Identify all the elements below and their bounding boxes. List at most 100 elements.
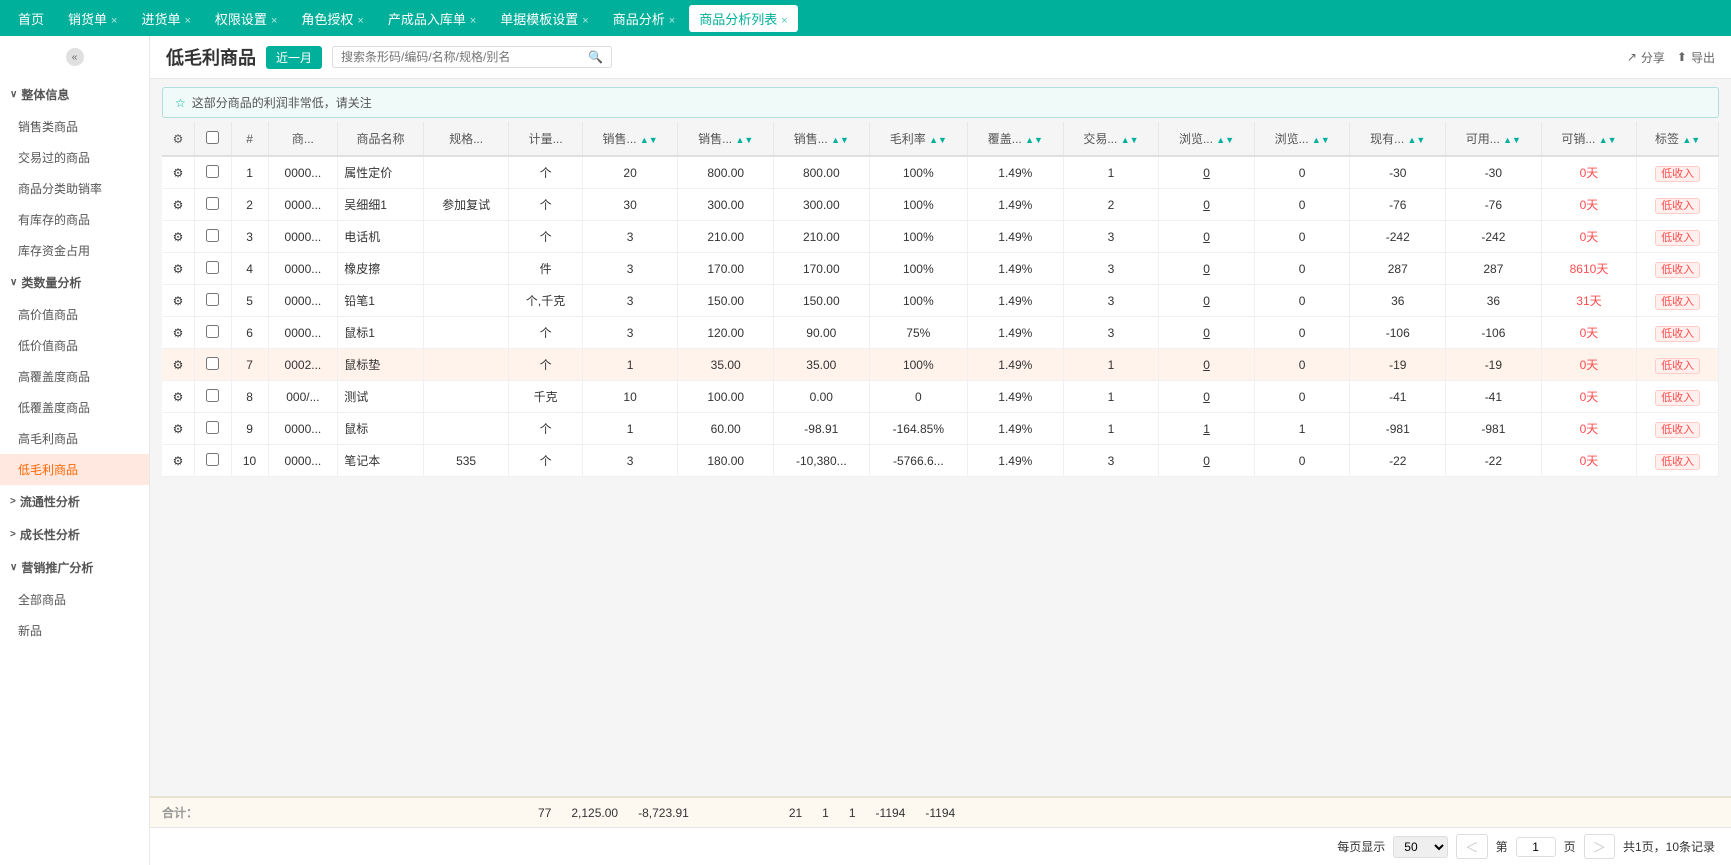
close-icon[interactable]: × [582, 15, 588, 27]
row-checkbox[interactable] [206, 197, 219, 210]
sidebar-item-高毛利商品[interactable]: 高毛利商品 [0, 423, 149, 454]
nav-item-进货单[interactable]: 进货单× [131, 5, 200, 32]
row-browse1[interactable]: 0 [1159, 317, 1255, 349]
row-browse1[interactable]: 0 [1159, 285, 1255, 317]
row-checkbox[interactable] [206, 453, 219, 466]
col-header-num[interactable]: # [231, 122, 268, 156]
browse-link[interactable]: 1 [1203, 422, 1210, 436]
row-checkbox[interactable] [206, 421, 219, 434]
prev-page-button[interactable]: ＜ [1456, 834, 1487, 859]
col-header-code[interactable]: 商... [268, 122, 338, 156]
row-settings-btn[interactable]: ⚙ [162, 381, 195, 413]
close-icon[interactable]: × [357, 15, 363, 27]
row-browse1[interactable]: 0 [1159, 253, 1255, 285]
sidebar-item-低价值商品[interactable]: 低价值商品 [0, 330, 149, 361]
sidebar-group-整体信息[interactable]: ∨ 整体信息 [0, 78, 149, 111]
sidebar-item-高价值商品[interactable]: 高价值商品 [0, 299, 149, 330]
row-settings-btn[interactable]: ⚙ [162, 285, 195, 317]
nav-item-单据模板设置[interactable]: 单据模板设置× [490, 5, 598, 32]
row-settings-btn[interactable]: ⚙ [162, 317, 195, 349]
nav-item-销货单[interactable]: 销货单× [58, 5, 127, 32]
sidebar-item-高覆盖度商品[interactable]: 高覆盖度商品 [0, 361, 149, 392]
col-header-unit[interactable]: 计量... [509, 122, 582, 156]
row-settings-btn[interactable]: ⚙ [162, 189, 195, 221]
nav-item-产成品入库单[interactable]: 产成品入库单× [378, 5, 486, 32]
sidebar-item-新品[interactable]: 新品 [0, 615, 149, 646]
row-browse1[interactable]: 0 [1159, 349, 1255, 381]
close-icon[interactable]: × [184, 15, 190, 27]
col-header-current[interactable]: 现有... ▲▼ [1350, 122, 1446, 156]
col-header-checkbox[interactable] [195, 122, 231, 156]
row-checkbox[interactable] [206, 261, 219, 274]
close-icon[interactable]: × [111, 15, 117, 27]
row-browse1[interactable]: 0 [1159, 156, 1255, 189]
browse-link[interactable]: 0 [1203, 358, 1210, 372]
nav-item-首页[interactable]: 首页 [8, 5, 54, 32]
row-settings-btn[interactable]: ⚙ [162, 253, 195, 285]
browse-link[interactable]: 0 [1203, 166, 1210, 180]
sidebar-group-类数量分析[interactable]: ∨ 类数量分析 [0, 266, 149, 299]
col-header-settings[interactable]: ⚙ [162, 122, 195, 156]
row-checkbox[interactable] [206, 165, 219, 178]
row-browse1[interactable]: 1 [1159, 413, 1255, 445]
browse-link[interactable]: 0 [1203, 326, 1210, 340]
browse-link[interactable]: 0 [1203, 454, 1210, 468]
col-header-tag[interactable]: 标签 ▲▼ [1637, 122, 1719, 156]
next-page-button[interactable]: ＞ [1584, 834, 1615, 859]
nav-item-角色授权[interactable]: 角色授权× [291, 5, 373, 32]
period-button[interactable]: 近一月 [266, 46, 322, 69]
col-header-tradeCount[interactable]: 交易... ▲▼ [1063, 122, 1159, 156]
col-header-browse2[interactable]: 浏览... ▲▼ [1254, 122, 1350, 156]
share-button[interactable]: ↗ 分享 [1627, 49, 1665, 66]
col-header-saleAmt[interactable]: 销售... ▲▼ [678, 122, 774, 156]
collapse-button[interactable]: « [66, 48, 84, 66]
sidebar-item-交易过的商品[interactable]: 交易过的商品 [0, 142, 149, 173]
close-icon[interactable]: × [669, 15, 675, 27]
browse-link[interactable]: 0 [1203, 390, 1210, 404]
row-browse1[interactable]: 0 [1159, 445, 1255, 477]
sidebar-item-低覆盖度商品[interactable]: 低覆盖度商品 [0, 392, 149, 423]
row-settings-btn[interactable]: ⚙ [162, 156, 195, 189]
row-settings-btn[interactable]: ⚙ [162, 349, 195, 381]
col-header-saleQty[interactable]: 销售... ▲▼ [582, 122, 678, 156]
close-icon[interactable]: × [470, 15, 476, 27]
sidebar-item-商品分类助销率[interactable]: 商品分类助销率 [0, 173, 149, 204]
export-button[interactable]: ⬆ 导出 [1677, 49, 1715, 66]
sidebar-item-库存资金占用[interactable]: 库存资金占用 [0, 235, 149, 266]
sidebar-item-有库存的商品[interactable]: 有库存的商品 [0, 204, 149, 235]
col-header-browse1[interactable]: 浏览... ▲▼ [1159, 122, 1255, 156]
col-header-name[interactable]: 商品名称 [338, 122, 424, 156]
row-checkbox[interactable] [206, 325, 219, 338]
row-settings-btn[interactable]: ⚙ [162, 445, 195, 477]
row-settings-btn[interactable]: ⚙ [162, 413, 195, 445]
sidebar-item-销售类商品[interactable]: 销售类商品 [0, 111, 149, 142]
row-checkbox[interactable] [206, 357, 219, 370]
col-header-coverRate[interactable]: 覆盖... ▲▼ [968, 122, 1064, 156]
sidebar-item-全部商品[interactable]: 全部商品 [0, 584, 149, 615]
close-icon[interactable]: × [271, 15, 277, 27]
col-header-saleProfit[interactable]: 销售... ▲▼ [774, 122, 870, 156]
page-size-select[interactable]: 50 100 200 [1393, 836, 1448, 858]
sidebar-item-低毛利商品[interactable]: 低毛利商品 [0, 454, 149, 485]
row-browse1[interactable]: 0 [1159, 189, 1255, 221]
col-header-saleable[interactable]: 可销... ▲▼ [1541, 122, 1637, 156]
sidebar-group-营销推广分析[interactable]: ∨ 营销推广分析 [0, 551, 149, 584]
row-browse1[interactable]: 0 [1159, 381, 1255, 413]
row-settings-btn[interactable]: ⚙ [162, 221, 195, 253]
browse-link[interactable]: 0 [1203, 198, 1210, 212]
sidebar-group-成长性分析[interactable]: > 成长性分析 [0, 518, 149, 551]
nav-item-商品分析列表[interactable]: 商品分析列表× [689, 5, 797, 32]
nav-item-权限设置[interactable]: 权限设置× [205, 5, 287, 32]
row-browse1[interactable]: 0 [1159, 221, 1255, 253]
col-header-grossRate[interactable]: 毛利率 ▲▼ [869, 122, 967, 156]
col-header-available[interactable]: 可用... ▲▼ [1446, 122, 1542, 156]
browse-link[interactable]: 0 [1203, 230, 1210, 244]
select-all-checkbox[interactable] [206, 131, 219, 144]
row-checkbox[interactable] [206, 389, 219, 402]
nav-item-商品分析[interactable]: 商品分析× [603, 5, 685, 32]
browse-link[interactable]: 0 [1203, 262, 1210, 276]
page-number-input[interactable] [1516, 837, 1556, 857]
row-checkbox[interactable] [206, 229, 219, 242]
browse-link[interactable]: 0 [1203, 294, 1210, 308]
search-input[interactable] [341, 50, 584, 64]
